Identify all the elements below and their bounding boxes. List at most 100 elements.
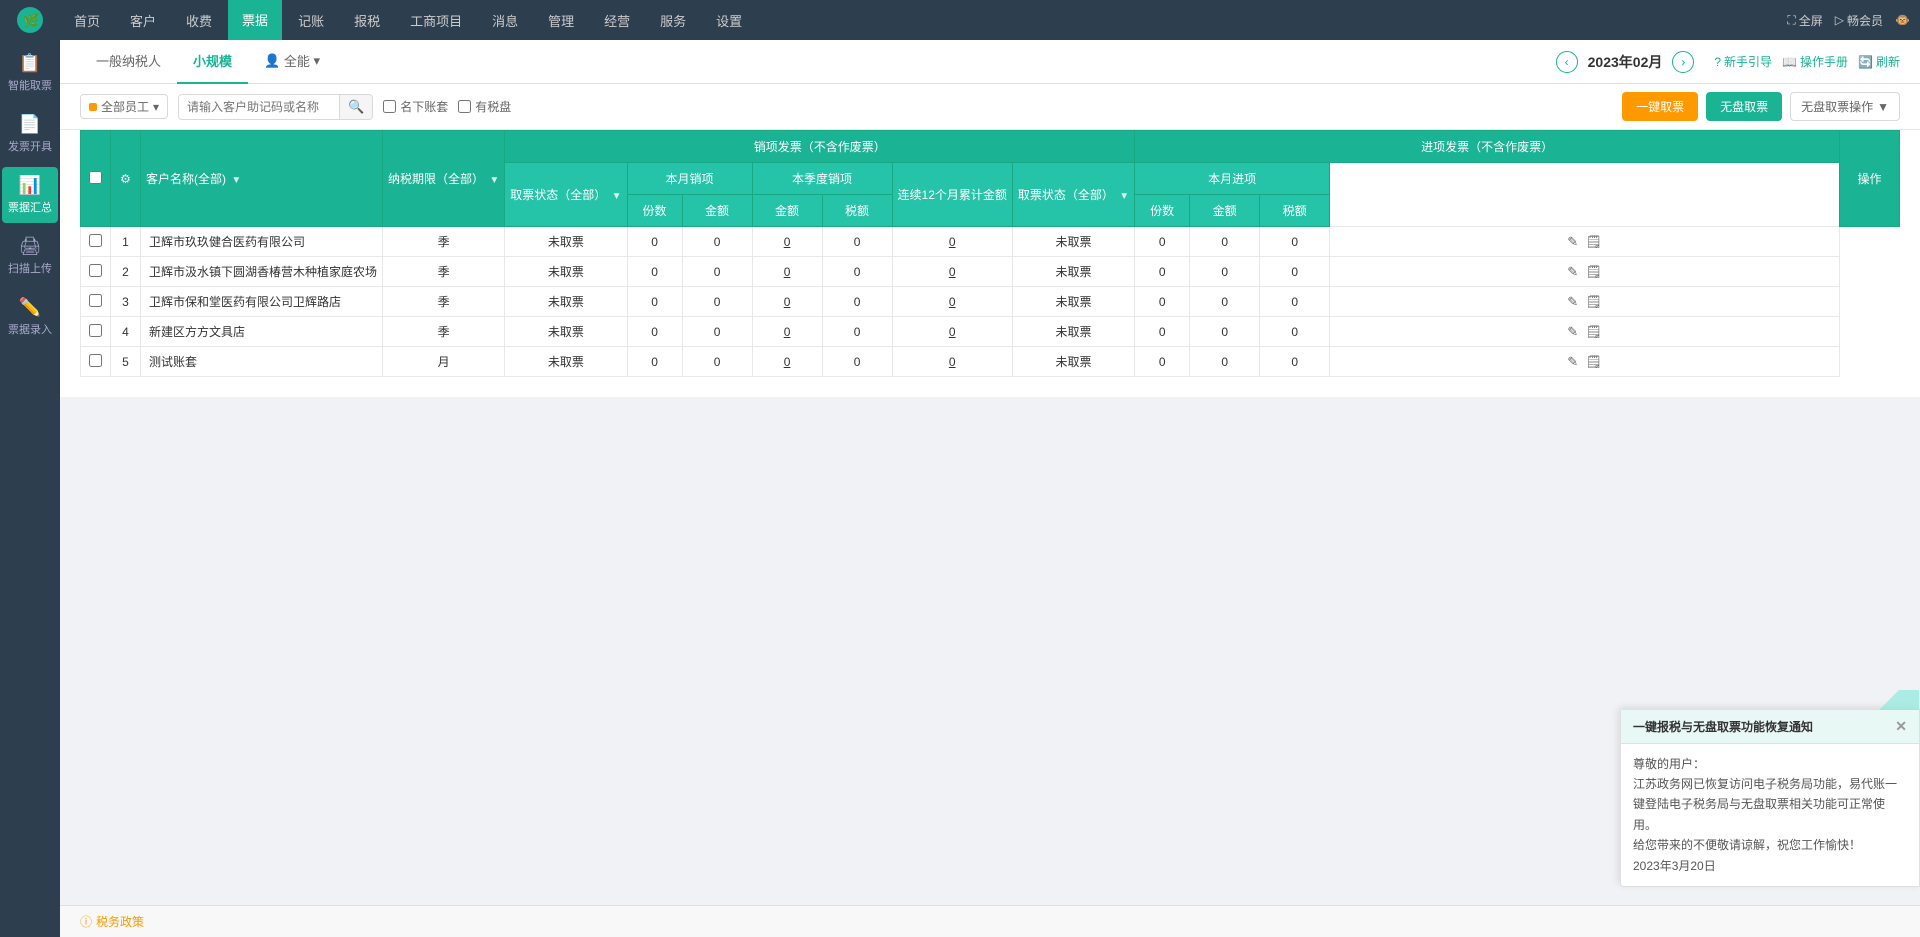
manual-btn[interactable]: 📖 操作手册	[1782, 53, 1848, 70]
notification-popup: 一键报税与无盘取票功能恢复通知 ✕ 尊敬的用户： 江苏政务网已恢复访问电子税务局…	[1620, 709, 1920, 887]
cumul12-link[interactable]: 0	[949, 325, 956, 339]
nav-home[interactable]: 首页	[60, 0, 114, 40]
period-filter-icon[interactable]: ▼	[489, 175, 499, 186]
col-input-group: 进项发票（不含作废票）	[1135, 131, 1840, 163]
edit-icon[interactable]: ✎	[1567, 354, 1578, 369]
row-period: 季	[383, 257, 505, 287]
nav-invoice[interactable]: 票据	[228, 0, 282, 40]
row-period: 季	[383, 317, 505, 347]
row-input-month-tax: 0	[1260, 257, 1330, 287]
row-checkbox-4[interactable]	[89, 354, 102, 367]
prev-month-btn[interactable]: ‹	[1556, 51, 1578, 73]
edit-icon[interactable]: ✎	[1567, 324, 1578, 339]
nav-management[interactable]: 管理	[534, 0, 588, 40]
row-input-month-count: 0	[1135, 257, 1190, 287]
cumul12-link[interactable]: 0	[949, 265, 956, 279]
input-status-filter-icon[interactable]: ▼	[1119, 191, 1129, 202]
customer-search-input[interactable]	[179, 96, 339, 118]
sidebar-item-scan-upload[interactable]: 🖨 扫描上传	[2, 228, 58, 284]
quarter-amount-link[interactable]: 0	[784, 355, 791, 369]
one-click-retrieve-btn[interactable]: 一键取票	[1622, 92, 1698, 121]
sidebar-item-invoice-entry[interactable]: ✏️ 票据录入	[2, 289, 58, 345]
row-checkbox-2[interactable]	[89, 294, 102, 307]
tabs-right-actions: ? 新手引导 📖 操作手册 🔄 刷新	[1714, 53, 1900, 70]
edit-icon[interactable]: ✎	[1567, 264, 1578, 279]
table-row: 1 卫辉市玖玖健合医药有限公司 季 未取票 0 0 0 0 0 未取票 0 0 …	[81, 227, 1900, 257]
cumul12-link[interactable]: 0	[949, 295, 956, 309]
fullscreen-icon: ⛶	[1787, 13, 1795, 28]
notification-close-btn[interactable]: ✕	[1895, 718, 1907, 735]
row-checkbox-0[interactable]	[89, 234, 102, 247]
my-accounts-checkbox[interactable]	[383, 100, 396, 113]
view-icon[interactable]: 🗒	[1585, 234, 1602, 249]
sidebar-item-invoice-summary[interactable]: 📊 票据汇总	[2, 167, 58, 223]
edit-icon[interactable]: ✎	[1567, 294, 1578, 309]
tax-policy-link[interactable]: 税务政策	[96, 913, 144, 930]
row-checkbox-1[interactable]	[89, 264, 102, 277]
sidebar: 📋 智能取票 📄 发票开具 📊 票据汇总 🖨 扫描上传 ✏️ 票据录入	[0, 40, 60, 937]
row-customer-name: 卫辉市保和堂医药有限公司卫辉路店	[141, 287, 383, 317]
employee-filter[interactable]: 全部员工 ▾	[80, 94, 168, 119]
quarter-amount-link[interactable]: 0	[784, 325, 791, 339]
sidebar-item-issue-invoice[interactable]: 📄 发票开具	[2, 106, 58, 162]
col-sales-month-count: 份数	[627, 195, 682, 227]
quarter-amount-link[interactable]: 0	[784, 295, 791, 309]
row-cumul12: 0	[892, 317, 1012, 347]
nav-message[interactable]: 消息	[478, 0, 532, 40]
nav-business[interactable]: 工商项目	[396, 0, 476, 40]
search-button[interactable]: 🔍	[339, 95, 372, 119]
no-disk-ops-btn[interactable]: 无盘取票操作 ▼	[1790, 92, 1900, 121]
row-sales-quarter-tax: 0	[822, 257, 892, 287]
tab-small-scale[interactable]: 小规模	[177, 40, 248, 84]
view-icon[interactable]: 🗒	[1585, 354, 1602, 369]
row-input-month-amount: 0	[1190, 317, 1260, 347]
nav-settings[interactable]: 设置	[702, 0, 756, 40]
col-cumul12: 连续12个月累计金额	[892, 163, 1012, 227]
row-sales-quarter-tax: 0	[822, 227, 892, 257]
row-checkbox-cell	[81, 287, 111, 317]
row-customer-name: 卫辉市汲水镇下圆湖香椿营木种植家庭农场	[141, 257, 383, 287]
tab-general-taxpayer[interactable]: 一般纳税人	[80, 40, 177, 84]
tab-all[interactable]: 👤 全能 ▾	[248, 40, 336, 84]
nav-tax[interactable]: 报税	[340, 0, 394, 40]
edit-icon[interactable]: ✎	[1567, 234, 1578, 249]
row-actions: ✎ 🗒	[1330, 317, 1840, 347]
sidebar-item-smart-ticket[interactable]: 📋 智能取票	[2, 45, 58, 101]
split-arrow-icon: ▼	[1877, 100, 1889, 114]
nav-customer[interactable]: 客户	[116, 0, 170, 40]
user-avatar[interactable]: 🐵	[1895, 13, 1910, 27]
app-logo: 🌿	[10, 0, 50, 40]
col-period: 纳税期限（全部） ▼	[383, 131, 505, 227]
next-month-btn[interactable]: ›	[1672, 51, 1694, 73]
sales-status-filter-icon[interactable]: ▼	[612, 191, 622, 202]
nav-billing[interactable]: 收费	[172, 0, 226, 40]
has-tax-disk-filter[interactable]: 有税盘	[458, 98, 511, 115]
row-input-status: 未取票	[1012, 227, 1134, 257]
nav-operations[interactable]: 经营	[590, 0, 644, 40]
refresh-btn[interactable]: 🔄 刷新	[1858, 53, 1900, 70]
quarter-amount-link[interactable]: 0	[784, 265, 791, 279]
select-all-checkbox[interactable]	[89, 171, 102, 184]
fullscreen-btn[interactable]: ⛶ 全屏	[1787, 12, 1822, 29]
cumul12-link[interactable]: 0	[949, 235, 956, 249]
quarter-amount-link[interactable]: 0	[784, 235, 791, 249]
row-input-status: 未取票	[1012, 317, 1134, 347]
no-disk-retrieve-btn[interactable]: 无盘取票	[1706, 92, 1782, 121]
col-checkbox	[81, 131, 111, 227]
row-checkbox-3[interactable]	[89, 324, 102, 337]
member-btn[interactable]: ▷ 畅会员	[1835, 12, 1883, 29]
row-input-month-tax: 0	[1260, 287, 1330, 317]
row-sales-quarter-tax: 0	[822, 347, 892, 377]
view-icon[interactable]: 🗒	[1585, 264, 1602, 279]
nav-bookkeeping[interactable]: 记账	[284, 0, 338, 40]
view-icon[interactable]: 🗒	[1585, 294, 1602, 309]
row-input-status: 未取票	[1012, 257, 1134, 287]
cumul12-link[interactable]: 0	[949, 355, 956, 369]
new-guide-btn[interactable]: ? 新手引导	[1714, 53, 1772, 70]
my-accounts-filter[interactable]: 名下账套	[383, 98, 448, 115]
has-tax-disk-checkbox[interactable]	[458, 100, 471, 113]
row-cumul12: 0	[892, 227, 1012, 257]
nav-service[interactable]: 服务	[646, 0, 700, 40]
view-icon[interactable]: 🗒	[1585, 324, 1602, 339]
customer-filter-icon[interactable]: ▼	[231, 175, 241, 186]
